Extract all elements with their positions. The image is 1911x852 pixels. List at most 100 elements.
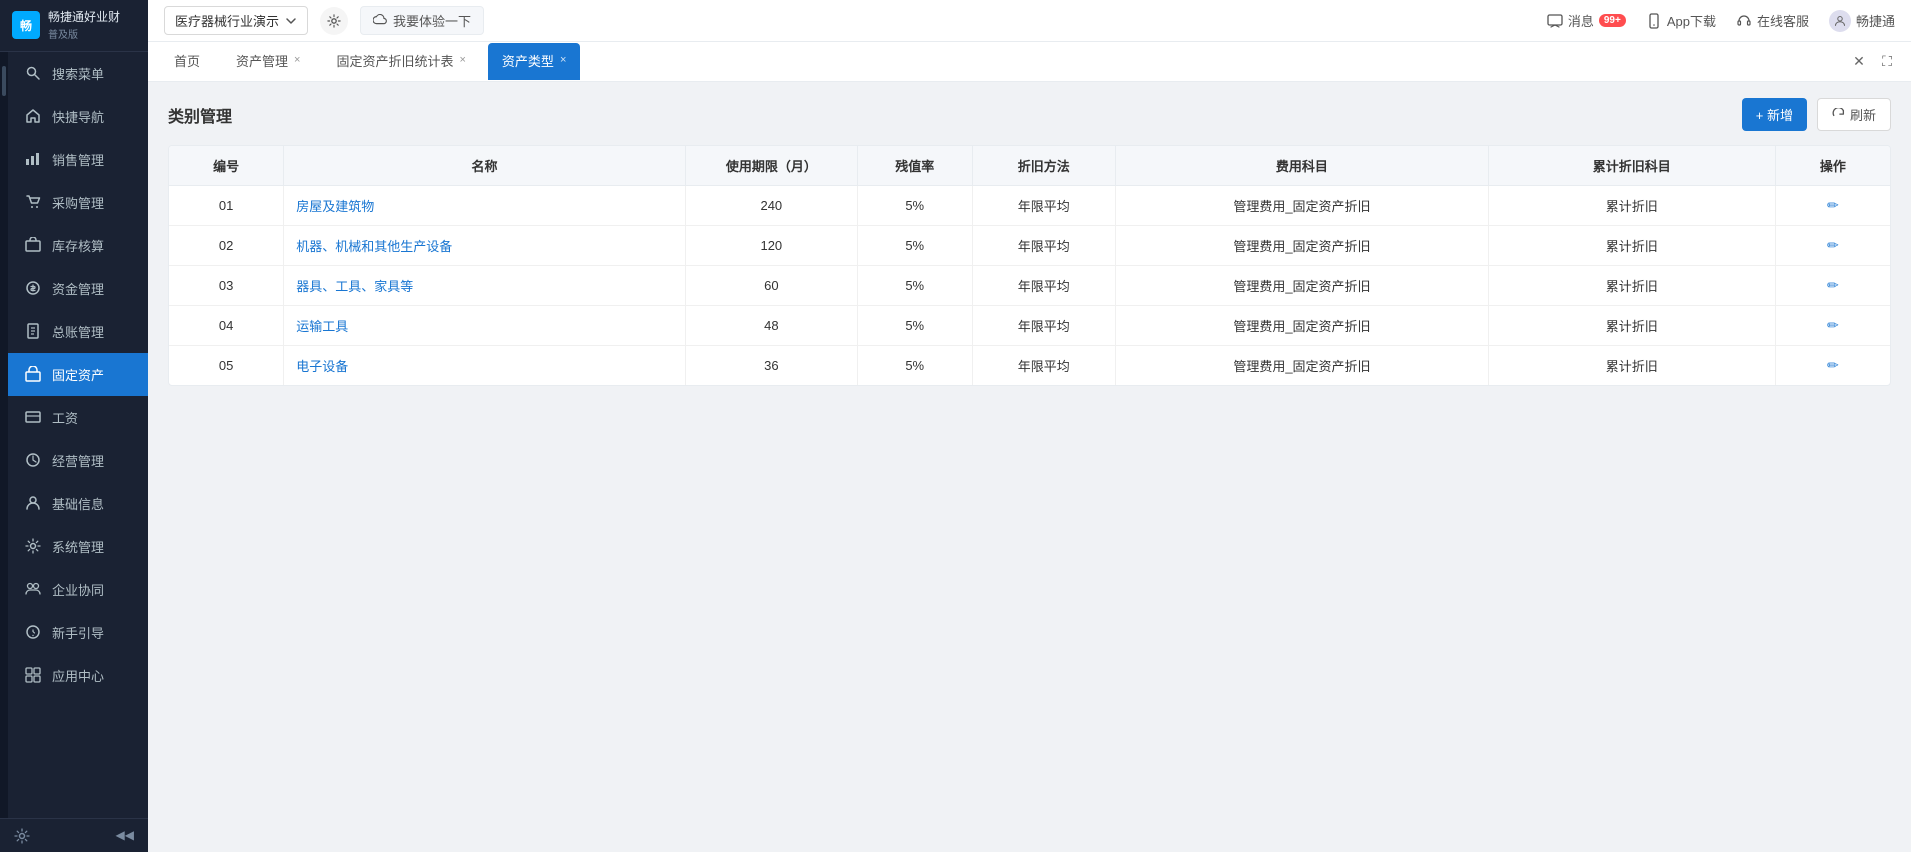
col-code: 编号 xyxy=(169,146,284,186)
page-actions: + 新增 刷新 xyxy=(1742,98,1891,131)
sidebar-item-collab[interactable]: 企业协同 xyxy=(8,568,148,611)
user-button[interactable]: 畅捷通 xyxy=(1829,10,1895,32)
chevron-down-icon xyxy=(285,15,297,27)
edit-button[interactable]: ✏ xyxy=(1827,197,1839,213)
app-center-icon xyxy=(24,666,42,684)
cell-name[interactable]: 机器、机械和其他生产设备 xyxy=(284,226,686,266)
data-table: 编号 名称 使用期限（月） 残值率 折旧方法 费用科目 累计折旧科目 操作 01… xyxy=(168,145,1891,386)
tab-label: 资产管理 xyxy=(236,51,288,70)
table-row: 05 电子设备 36 5% 年限平均 管理费用_固定资产折旧 累计折旧 ✏ xyxy=(169,346,1890,386)
table-row: 02 机器、机械和其他生产设备 120 5% 年限平均 管理费用_固定资产折旧 … xyxy=(169,226,1890,266)
sidebar-item-guide[interactable]: 新手引导 xyxy=(8,611,148,654)
cell-period: 36 xyxy=(685,346,857,386)
col-action: 操作 xyxy=(1775,146,1890,186)
cell-accumulated: 累计折旧 xyxy=(1488,266,1775,306)
cell-expense: 管理费用_固定资产折旧 xyxy=(1116,306,1489,346)
experience-button[interactable]: 我要体验一下 xyxy=(360,6,484,35)
tab-close-fixed-asset-table[interactable]: × xyxy=(459,55,465,66)
sidebar: 畅 畅捷通好业财 普及版 搜索菜单 快捷导航 xyxy=(0,0,148,852)
sidebar-item-fixed-assets[interactable]: 固定资产 xyxy=(8,353,148,396)
tab-fixed-asset-table[interactable]: 固定资产折旧统计表 × xyxy=(322,43,479,80)
phone-icon xyxy=(1646,13,1662,29)
sidebar-footer: ◀◀ xyxy=(0,818,148,852)
cell-method: 年限平均 xyxy=(972,266,1115,306)
sidebar-item-inventory[interactable]: 库存核算 xyxy=(8,224,148,267)
cell-accumulated: 累计折旧 xyxy=(1488,186,1775,226)
cell-name[interactable]: 电子设备 xyxy=(284,346,686,386)
sidebar-item-sales[interactable]: 销售管理 xyxy=(8,138,148,181)
cell-method: 年限平均 xyxy=(972,186,1115,226)
tab-close-asset-mgmt[interactable]: × xyxy=(294,55,300,66)
sidebar-item-label: 固定资产 xyxy=(52,365,104,384)
tab-home[interactable]: 首页 xyxy=(160,43,214,80)
cell-residual: 5% xyxy=(857,306,972,346)
sidebar-item-app-center[interactable]: 应用中心 xyxy=(8,654,148,697)
tab-asset-mgmt[interactable]: 资产管理 × xyxy=(222,43,314,80)
close-panel-button[interactable]: ✕ xyxy=(1847,50,1871,74)
cloud-icon xyxy=(373,14,387,28)
guide-icon xyxy=(24,623,42,641)
cell-name[interactable]: 器具、工具、家具等 xyxy=(284,266,686,306)
cell-expense: 管理费用_固定资产折旧 xyxy=(1116,266,1489,306)
settings-button[interactable] xyxy=(320,7,348,35)
sidebar-item-quick-nav[interactable]: 快捷导航 xyxy=(8,95,148,138)
tab-close-asset-type[interactable]: × xyxy=(560,55,566,66)
logo-text: 畅捷通好业财 普及版 xyxy=(48,10,120,41)
cell-name[interactable]: 房屋及建筑物 xyxy=(284,186,686,226)
cell-expense: 管理费用_固定资产折旧 xyxy=(1116,226,1489,266)
operations-icon xyxy=(24,451,42,469)
sidebar-item-payroll[interactable]: 工资 xyxy=(8,396,148,439)
sidebar-item-purchase[interactable]: 采购管理 xyxy=(8,181,148,224)
company-selector[interactable]: 医疗器械行业演示 xyxy=(164,6,308,35)
settings-button[interactable] xyxy=(14,827,30,844)
collapse-button[interactable]: ◀◀ xyxy=(116,828,134,842)
app-download-button[interactable]: App下载 xyxy=(1646,11,1716,30)
col-residual: 残值率 xyxy=(857,146,972,186)
edit-button[interactable]: ✏ xyxy=(1827,237,1839,253)
new-button[interactable]: + 新增 xyxy=(1742,98,1807,131)
ledger-icon xyxy=(24,322,42,340)
col-accumulated: 累计折旧科目 xyxy=(1488,146,1775,186)
table-header-row: 编号 名称 使用期限（月） 残值率 折旧方法 费用科目 累计折旧科目 操作 xyxy=(169,146,1890,186)
tabbar-right-controls: ✕ ⛶ xyxy=(1847,50,1899,74)
cell-method: 年限平均 xyxy=(972,346,1115,386)
sidebar-item-system[interactable]: 系统管理 xyxy=(8,525,148,568)
col-method: 折旧方法 xyxy=(972,146,1115,186)
col-name: 名称 xyxy=(284,146,686,186)
tab-label: 首页 xyxy=(174,51,200,70)
sidebar-item-ledger[interactable]: 总账管理 xyxy=(8,310,148,353)
cell-name[interactable]: 运输工具 xyxy=(284,306,686,346)
col-period: 使用期限（月） xyxy=(685,146,857,186)
cell-residual: 5% xyxy=(857,346,972,386)
edit-button[interactable]: ✏ xyxy=(1827,317,1839,333)
refresh-icon xyxy=(1832,108,1846,122)
sidebar-item-label: 采购管理 xyxy=(52,193,104,212)
tab-label: 固定资产折旧统计表 xyxy=(336,51,453,70)
collab-icon xyxy=(24,580,42,598)
sidebar-item-operations[interactable]: 经营管理 xyxy=(8,439,148,482)
sidebar-item-capital[interactable]: 资金管理 xyxy=(8,267,148,310)
sidebar-item-basic-info[interactable]: 基础信息 xyxy=(8,482,148,525)
refresh-button[interactable]: 刷新 xyxy=(1817,98,1891,131)
cell-action: ✏ xyxy=(1775,186,1890,226)
messages-badge: 99+ xyxy=(1599,14,1626,27)
maximize-panel-button[interactable]: ⛶ xyxy=(1875,50,1899,74)
messages-button[interactable]: 消息 99+ xyxy=(1547,11,1626,30)
cell-method: 年限平均 xyxy=(972,226,1115,266)
topbar: 医疗器械行业演示 我要体验一下 消息 99+ App下载 在线客服 xyxy=(148,0,1911,42)
edit-button[interactable]: ✏ xyxy=(1827,277,1839,293)
page-title: 类别管理 xyxy=(168,103,232,127)
tab-asset-type[interactable]: 资产类型 × xyxy=(488,43,580,80)
cell-expense: 管理费用_固定资产折旧 xyxy=(1116,186,1489,226)
cell-code: 01 xyxy=(169,186,284,226)
online-service-button[interactable]: 在线客服 xyxy=(1736,11,1809,30)
company-name: 医疗器械行业演示 xyxy=(175,11,279,30)
content-wrapper: 医疗器械行业演示 我要体验一下 消息 99+ App下载 在线客服 xyxy=(148,0,1911,852)
sidebar-item-label: 销售管理 xyxy=(52,150,104,169)
cell-period: 120 xyxy=(685,226,857,266)
cell-code: 04 xyxy=(169,306,284,346)
edit-button[interactable]: ✏ xyxy=(1827,357,1839,373)
col-expense: 费用科目 xyxy=(1116,146,1489,186)
sidebar-item-search[interactable]: 搜索菜单 xyxy=(8,52,148,95)
cell-method: 年限平均 xyxy=(972,306,1115,346)
